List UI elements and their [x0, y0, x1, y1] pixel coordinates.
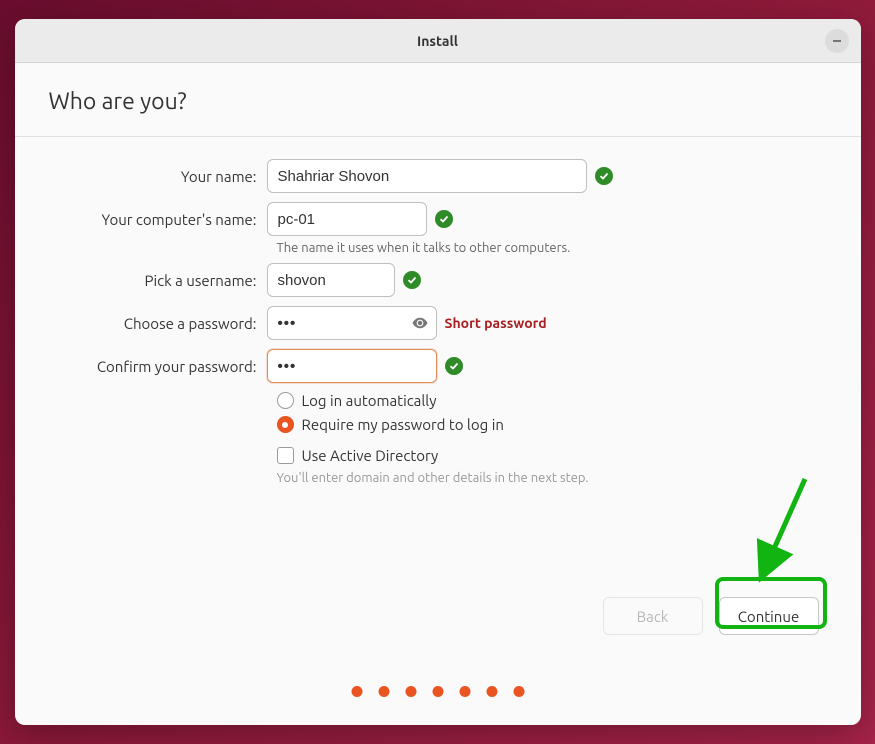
back-button-label: Back — [637, 608, 669, 625]
page-heading: Who are you? — [15, 63, 861, 136]
minimize-button[interactable] — [825, 29, 849, 53]
row-confirm-password: Confirm your password: — [49, 349, 827, 383]
progress-dot — [486, 686, 497, 697]
radio-label: Log in automatically — [302, 392, 437, 409]
check-icon — [435, 210, 453, 228]
installer-window: Install Who are you? Your name: Your com… — [15, 19, 861, 725]
row-password: Choose a password: Short password — [49, 306, 827, 340]
eye-icon[interactable] — [411, 314, 429, 332]
confirm-password-input[interactable] — [267, 349, 437, 383]
radio-require-password[interactable]: Require my password to log in — [277, 416, 827, 433]
titlebar: Install — [15, 19, 861, 63]
progress-dot — [459, 686, 470, 697]
checkbox-label: Use Active Directory — [302, 447, 439, 464]
progress-dot — [351, 686, 362, 697]
continue-button[interactable]: Continue — [719, 597, 819, 635]
continue-button-label: Continue — [738, 608, 799, 625]
window-title: Install — [417, 33, 458, 49]
check-icon — [445, 357, 463, 375]
row-name: Your name: — [49, 159, 827, 193]
progress-dot — [432, 686, 443, 697]
active-directory-hint: You'll enter domain and other details in… — [277, 471, 827, 485]
progress-dot — [405, 686, 416, 697]
form-area: Your name: Your computer's name: The nam… — [15, 137, 861, 725]
check-icon — [403, 271, 421, 289]
name-input[interactable] — [267, 159, 587, 193]
login-options: Log in automatically Require my password… — [277, 392, 827, 485]
check-icon — [595, 167, 613, 185]
computer-name-input[interactable] — [267, 202, 427, 236]
label-confirm-password: Confirm your password: — [49, 358, 267, 375]
password-strength: Short password — [445, 315, 547, 331]
checkbox-icon — [277, 447, 294, 464]
progress-dot — [513, 686, 524, 697]
radio-icon — [277, 392, 294, 409]
radio-label: Require my password to log in — [302, 416, 504, 433]
minimize-icon — [832, 36, 842, 46]
button-row: Back Continue — [561, 597, 861, 635]
row-username: Pick a username: — [49, 263, 827, 297]
label-username: Pick a username: — [49, 272, 267, 289]
username-input[interactable] — [267, 263, 395, 297]
back-button[interactable]: Back — [603, 597, 703, 635]
checkbox-active-directory[interactable]: Use Active Directory — [277, 447, 827, 464]
label-password: Choose a password: — [49, 315, 267, 332]
radio-icon — [277, 416, 294, 433]
progress-dots — [351, 686, 524, 697]
label-name: Your name: — [49, 168, 267, 185]
row-computer-name: Your computer's name: — [49, 202, 827, 236]
computer-name-hint: The name it uses when it talks to other … — [277, 241, 827, 255]
radio-auto-login[interactable]: Log in automatically — [277, 392, 827, 409]
label-computer-name: Your computer's name: — [49, 211, 267, 228]
progress-dot — [378, 686, 389, 697]
